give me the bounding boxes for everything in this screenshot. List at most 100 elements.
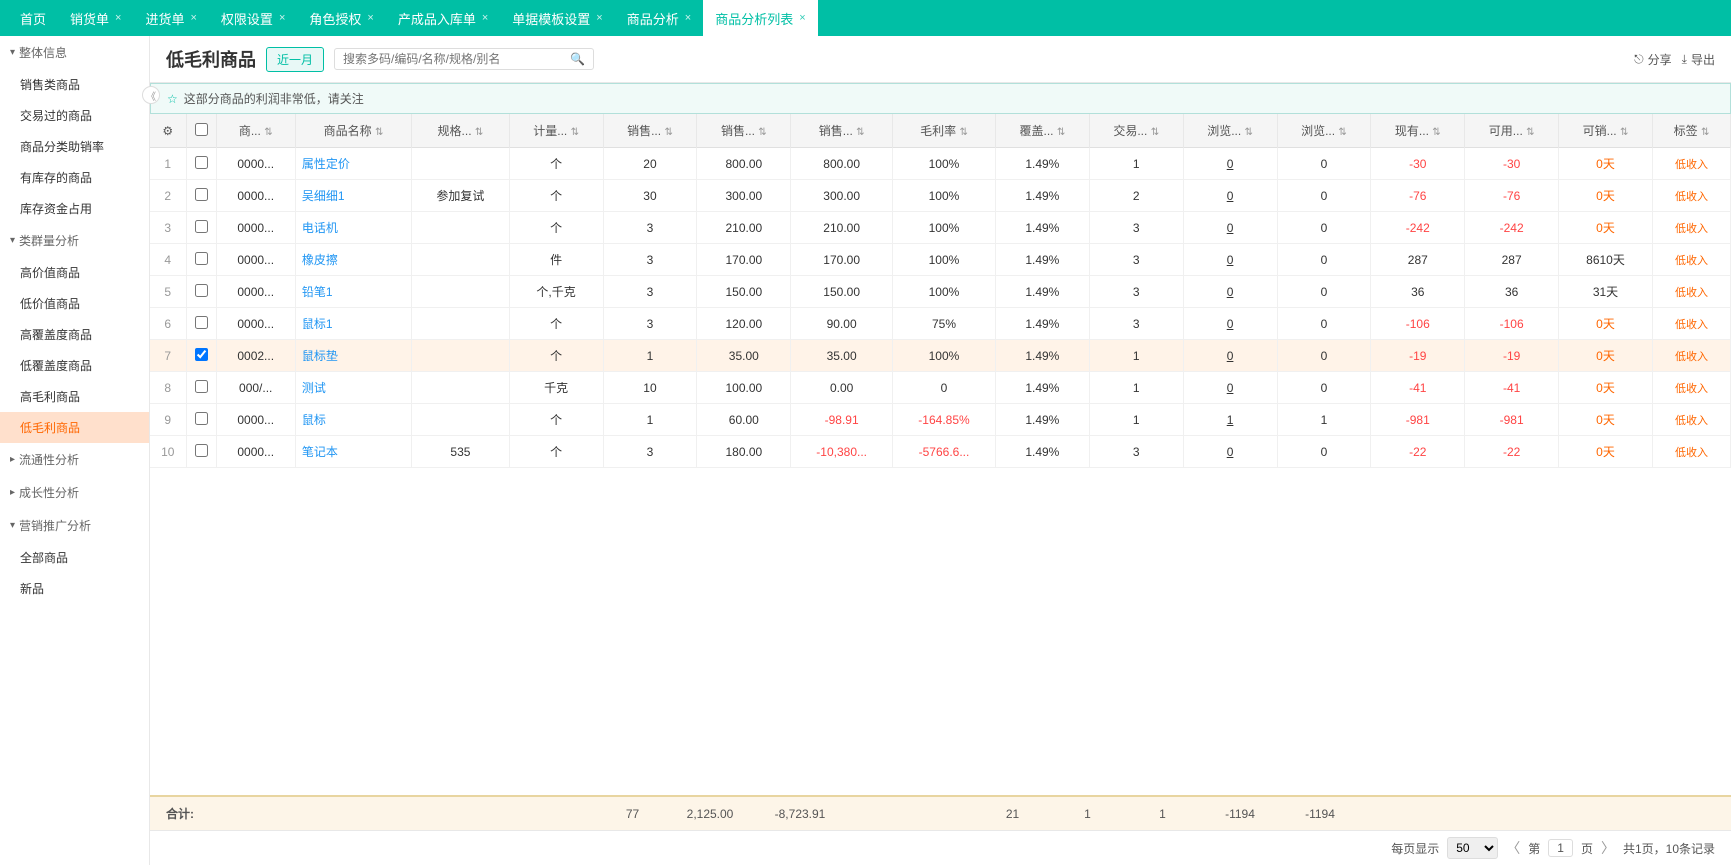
sidebar-group-circulation[interactable]: ▸ 流通性分析: [0, 443, 149, 476]
row-views[interactable]: 1: [1183, 404, 1277, 436]
row-name[interactable]: 吴细细1: [295, 180, 411, 212]
col-settings[interactable]: ⚙: [150, 114, 186, 148]
row-checkbox[interactable]: [195, 284, 208, 297]
sort-icon[interactable]: ⇅: [664, 127, 672, 138]
sidebar-item-new-products[interactable]: 新品: [0, 573, 149, 604]
close-icon[interactable]: ×: [482, 12, 488, 24]
row-views[interactable]: 0: [1183, 212, 1277, 244]
row-views[interactable]: 0: [1183, 148, 1277, 180]
row-views[interactable]: 0: [1183, 436, 1277, 468]
close-icon[interactable]: ×: [115, 12, 121, 24]
row-name[interactable]: 橡皮擦: [295, 244, 411, 276]
close-icon[interactable]: ×: [596, 12, 602, 24]
row-checkbox[interactable]: [195, 252, 208, 265]
sort-icon[interactable]: ⇅: [1432, 127, 1440, 138]
nav-purchase[interactable]: 进货单×: [133, 0, 208, 36]
row-checkbox-cell[interactable]: [186, 276, 216, 308]
close-icon[interactable]: ×: [190, 12, 196, 24]
sidebar-group-marketing[interactable]: ▾ 营销推广分析: [0, 509, 149, 542]
row-checkbox[interactable]: [195, 188, 208, 201]
nav-product-entry[interactable]: 产成品入库单×: [386, 0, 500, 36]
sidebar-collapse-button[interactable]: 《: [142, 86, 160, 104]
sort-icon[interactable]: ⇅: [1620, 127, 1628, 138]
sort-icon[interactable]: ⇅: [1151, 127, 1159, 138]
nav-product-analysis[interactable]: 商品分析×: [615, 0, 703, 36]
sort-icon[interactable]: ⇅: [1526, 127, 1534, 138]
sidebar-item-high-margin[interactable]: 高毛利商品: [0, 381, 149, 412]
row-name[interactable]: 鼠标垫: [295, 340, 411, 372]
share-button[interactable]: ⎋ 分享: [1634, 51, 1672, 68]
row-views[interactable]: 0: [1183, 244, 1277, 276]
nav-product-analysis-list[interactable]: 商品分析列表×: [703, 0, 817, 36]
sidebar-item-low-value[interactable]: 低价值商品: [0, 288, 149, 319]
nav-home[interactable]: 首页: [8, 0, 58, 36]
row-name[interactable]: 电话机: [295, 212, 411, 244]
row-checkbox-cell[interactable]: [186, 212, 216, 244]
sidebar-group-cluster[interactable]: ▾ 类群量分析: [0, 224, 149, 257]
row-checkbox[interactable]: [195, 444, 208, 457]
row-name[interactable]: 铅笔1: [295, 276, 411, 308]
row-checkbox-cell[interactable]: [186, 340, 216, 372]
sidebar-item-all-products[interactable]: 全部商品: [0, 542, 149, 573]
row-checkbox-cell[interactable]: [186, 180, 216, 212]
filter-period-button[interactable]: 近一月: [266, 47, 324, 72]
sidebar-item-traded-products[interactable]: 交易过的商品: [0, 100, 149, 131]
sort-icon[interactable]: ⇅: [1338, 127, 1346, 138]
sort-icon[interactable]: ⇅: [1701, 127, 1709, 138]
nav-template[interactable]: 单据模板设置×: [500, 0, 614, 36]
close-icon[interactable]: ×: [685, 12, 691, 24]
next-page-button[interactable]: 〉: [1601, 838, 1615, 858]
sort-icon[interactable]: ⇅: [959, 127, 967, 138]
row-name[interactable]: 笔记本: [295, 436, 411, 468]
export-button[interactable]: ⤓ 导出: [1682, 51, 1715, 68]
row-name[interactable]: 属性定价: [295, 148, 411, 180]
sidebar-group-overall[interactable]: ▾ 整体信息: [0, 36, 149, 69]
row-views[interactable]: 0: [1183, 180, 1277, 212]
row-checkbox-cell[interactable]: [186, 148, 216, 180]
sidebar-item-low-margin[interactable]: 低毛利商品: [0, 412, 149, 443]
row-views[interactable]: 0: [1183, 372, 1277, 404]
row-name[interactable]: 测试: [295, 372, 411, 404]
per-page-select[interactable]: 50 100 200: [1447, 837, 1498, 859]
sort-icon[interactable]: ⇅: [571, 127, 579, 138]
row-checkbox[interactable]: [195, 380, 208, 393]
sidebar-group-growth[interactable]: ▸ 成长性分析: [0, 476, 149, 509]
col-checkbox[interactable]: [186, 114, 216, 148]
row-checkbox[interactable]: [195, 316, 208, 329]
nav-role[interactable]: 角色授权×: [297, 0, 385, 36]
close-icon[interactable]: ×: [279, 12, 285, 24]
prev-page-button[interactable]: 〈: [1506, 838, 1520, 858]
nav-sales[interactable]: 销货单×: [58, 0, 133, 36]
row-checkbox[interactable]: [195, 412, 208, 425]
select-all-checkbox[interactable]: [195, 123, 208, 136]
search-input[interactable]: [343, 52, 566, 66]
row-checkbox-cell[interactable]: [186, 308, 216, 340]
sidebar-item-high-value[interactable]: 高价值商品: [0, 257, 149, 288]
row-name[interactable]: 鼠标: [295, 404, 411, 436]
close-icon[interactable]: ×: [367, 12, 373, 24]
sort-icon[interactable]: ⇅: [1245, 127, 1253, 138]
sort-icon[interactable]: ⇅: [856, 127, 864, 138]
row-checkbox[interactable]: [195, 220, 208, 233]
sidebar-item-sales-products[interactable]: 销售类商品: [0, 69, 149, 100]
sort-icon[interactable]: ⇅: [264, 127, 272, 138]
row-views[interactable]: 0: [1183, 308, 1277, 340]
close-icon[interactable]: ×: [799, 12, 805, 24]
row-checkbox[interactable]: [195, 348, 208, 361]
row-checkbox-cell[interactable]: [186, 244, 216, 276]
sidebar-item-category-rate[interactable]: 商品分类助销率: [0, 131, 149, 162]
sort-icon[interactable]: ⇅: [758, 127, 766, 138]
sidebar-item-capital[interactable]: 库存资金占用: [0, 193, 149, 224]
row-checkbox-cell[interactable]: [186, 436, 216, 468]
sidebar-item-in-stock[interactable]: 有库存的商品: [0, 162, 149, 193]
row-views[interactable]: 0: [1183, 276, 1277, 308]
sort-icon[interactable]: ⇅: [375, 127, 383, 138]
sort-icon[interactable]: ⇅: [475, 127, 483, 138]
row-name[interactable]: 鼠标1: [295, 308, 411, 340]
row-checkbox-cell[interactable]: [186, 404, 216, 436]
sort-icon[interactable]: ⇅: [1057, 127, 1065, 138]
row-checkbox-cell[interactable]: [186, 372, 216, 404]
sidebar-item-high-coverage[interactable]: 高覆盖度商品: [0, 319, 149, 350]
sidebar-item-low-coverage[interactable]: 低覆盖度商品: [0, 350, 149, 381]
row-checkbox[interactable]: [195, 156, 208, 169]
